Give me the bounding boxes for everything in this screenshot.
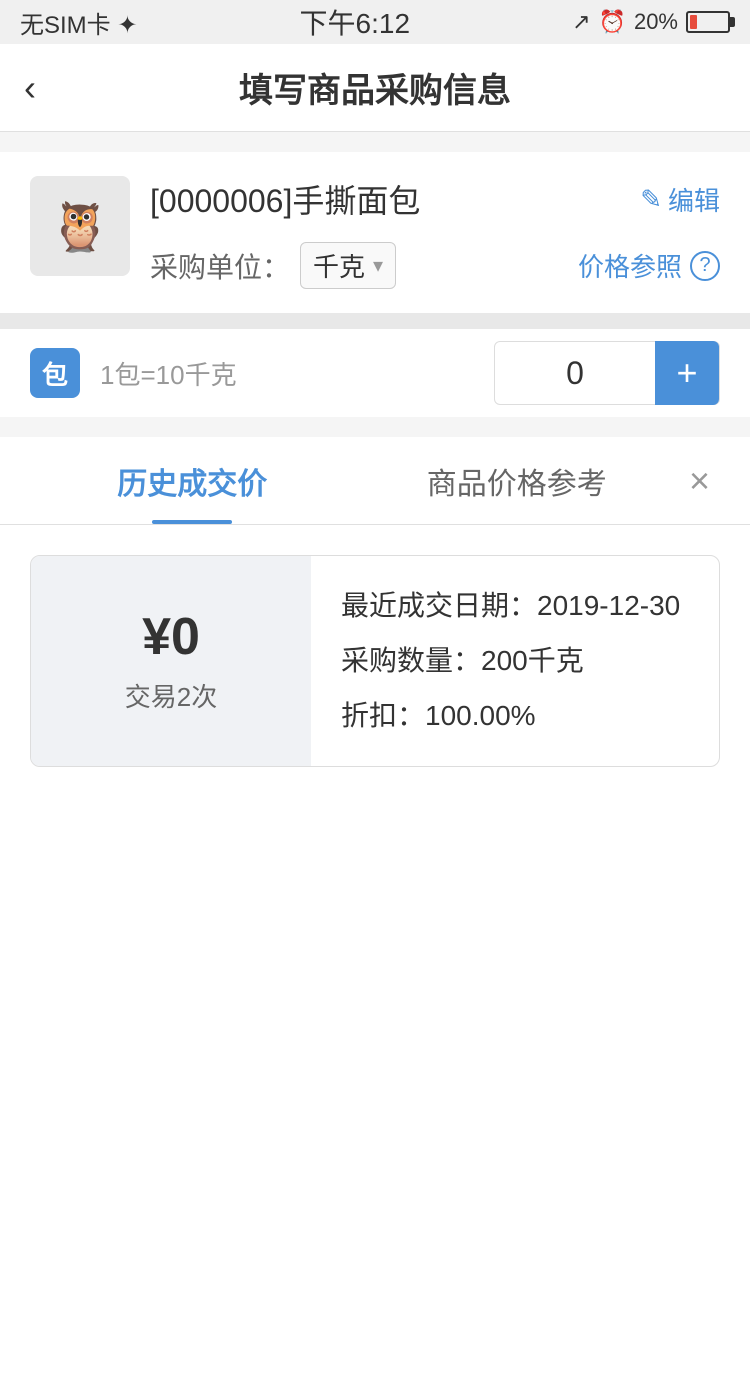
discount-row: 折扣：100.00% bbox=[341, 696, 689, 735]
unit-select-button[interactable]: 千克 ▾ bbox=[300, 242, 396, 289]
price-reference-button[interactable]: 价格参照 ? bbox=[578, 247, 720, 284]
tab-price-ref-label: 商品价格参考 bbox=[427, 459, 607, 503]
purchase-qty-row: 采购数量：200千克 bbox=[341, 641, 689, 680]
history-price-value: ¥0 bbox=[142, 607, 200, 667]
back-button[interactable]: ‹ bbox=[24, 67, 36, 109]
product-name: [0000006]手撕面包 bbox=[150, 176, 420, 222]
alarm-icon: ⏰ bbox=[599, 9, 626, 35]
history-transactions-count: 交易2次 bbox=[125, 677, 217, 714]
tabs-close-button[interactable]: × bbox=[679, 460, 720, 502]
unit-label: 采购单位： bbox=[150, 246, 290, 286]
edit-label: 编辑 bbox=[668, 181, 720, 218]
tab-product-price-ref[interactable]: 商品价格参考 bbox=[354, 437, 678, 524]
history-details-section: 最近成交日期：2019-12-30 采购数量：200千克 折扣：100.00% bbox=[311, 556, 719, 766]
history-card: ¥0 交易2次 最近成交日期：2019-12-30 采购数量：200千克 折扣：… bbox=[30, 555, 720, 767]
battery-icon bbox=[686, 11, 730, 33]
product-thumbnail-icon: 🦉 bbox=[50, 198, 110, 255]
unit-badge: 包 bbox=[30, 348, 80, 398]
location-icon: ↗ bbox=[572, 9, 590, 35]
quantity-plus-button[interactable]: + bbox=[655, 341, 719, 405]
product-name-row: [0000006]手撕面包 ✎ 编辑 bbox=[150, 176, 720, 222]
history-price-section: ¥0 交易2次 bbox=[31, 556, 311, 766]
plus-icon: + bbox=[676, 352, 697, 394]
help-icon: ? bbox=[690, 251, 720, 281]
discount-label: 折扣： bbox=[341, 700, 425, 731]
tab-history-price[interactable]: 历史成交价 bbox=[30, 437, 354, 524]
recent-date-value: 2019-12-30 bbox=[537, 590, 680, 621]
product-card: 🦉 [0000006]手撕面包 ✎ 编辑 采购单位： 千克 ▾ bbox=[0, 152, 750, 313]
status-right: ↗ ⏰ 20% bbox=[572, 9, 730, 35]
tabs-container: 历史成交价 商品价格参考 × bbox=[0, 437, 750, 525]
quantity-input-wrapper: + bbox=[494, 341, 720, 405]
battery-fill bbox=[690, 15, 697, 29]
unit-row: 采购单位： 千克 ▾ 价格参照 ? bbox=[150, 242, 720, 289]
edit-icon: ✎ bbox=[640, 184, 662, 215]
bottom-spacer bbox=[0, 797, 750, 1397]
recent-date-row: 最近成交日期：2019-12-30 bbox=[341, 586, 689, 625]
price-ref-label: 价格参照 bbox=[578, 247, 682, 284]
quantity-input[interactable] bbox=[495, 342, 655, 404]
status-time: 下午6:12 bbox=[300, 2, 411, 42]
tab-history-label: 历史成交价 bbox=[117, 459, 267, 503]
unit-conversion-info: 1包=10千克 bbox=[100, 355, 474, 392]
quantity-row: 包 1包=10千克 + bbox=[0, 329, 750, 417]
battery-percent: 20% bbox=[634, 9, 678, 35]
product-details: [0000006]手撕面包 ✎ 编辑 采购单位： 千克 ▾ 价格参照 bbox=[150, 176, 720, 289]
chevron-down-icon: ▾ bbox=[373, 253, 383, 278]
unit-value: 千克 bbox=[313, 247, 365, 284]
product-image: 🦉 bbox=[30, 176, 130, 276]
recent-date-label: 最近成交日期： bbox=[341, 590, 537, 621]
status-bar: 无SIM卡 ✦ 下午6:12 ↗ ⏰ 20% bbox=[0, 0, 750, 44]
purchase-qty-label: 采购数量： bbox=[341, 645, 481, 676]
carrier-text: 无SIM卡 ✦ bbox=[20, 5, 137, 40]
history-content: ¥0 交易2次 最近成交日期：2019-12-30 采购数量：200千克 折扣：… bbox=[0, 525, 750, 797]
purchase-qty-value: 200千克 bbox=[481, 645, 584, 676]
nav-bar: ‹ 填写商品采购信息 bbox=[0, 44, 750, 132]
discount-value: 100.00% bbox=[425, 700, 536, 731]
product-header: 🦉 [0000006]手撕面包 ✎ 编辑 采购单位： 千克 ▾ bbox=[30, 176, 720, 289]
section-divider bbox=[0, 313, 750, 329]
status-left: 无SIM卡 ✦ bbox=[20, 5, 137, 40]
page-title: 填写商品采购信息 bbox=[239, 63, 511, 112]
edit-button[interactable]: ✎ 编辑 bbox=[640, 181, 720, 218]
